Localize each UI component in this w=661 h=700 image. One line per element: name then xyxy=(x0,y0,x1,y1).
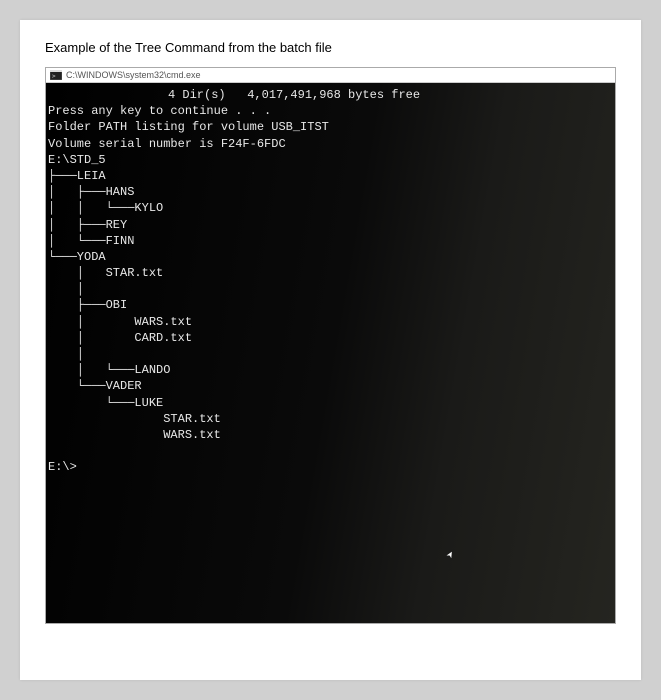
tree-line: └───LUKE xyxy=(48,395,613,411)
tree-line: WARS.txt xyxy=(48,427,613,443)
title-bar-text: C:\WINDOWS\system32\cmd.exe xyxy=(66,70,201,80)
tree-line: ├───OBI xyxy=(48,297,613,313)
tree-line: │ xyxy=(48,281,613,297)
tree-line: │ └───LANDO xyxy=(48,362,613,378)
tree-line: STAR.txt xyxy=(48,411,613,427)
tree-line: │ ├───REY xyxy=(48,217,613,233)
svg-text:>: > xyxy=(52,73,56,80)
tree-line: │ STAR.txt xyxy=(48,265,613,281)
folder-path-line: Folder PATH listing for volume USB_ITST xyxy=(48,119,613,135)
volume-serial-line: Volume serial number is F24F-6FDC xyxy=(48,136,613,152)
press-key-line: Press any key to continue . . . xyxy=(48,103,613,119)
console-window: > C:\WINDOWS\system32\cmd.exe 4 Dir(s) 4… xyxy=(45,67,616,624)
cmd-icon: > xyxy=(50,70,62,80)
dir-summary-line: 4 Dir(s) 4,017,491,968 bytes free xyxy=(48,87,613,103)
tree-root: E:\STD_5 xyxy=(48,152,613,168)
prompt-line: E:\> xyxy=(48,459,613,475)
tree-line: │ │ └───KYLO xyxy=(48,200,613,216)
mouse-cursor-icon: ➤ xyxy=(443,548,461,562)
document-page: Example of the Tree Command from the bat… xyxy=(20,20,641,680)
title-bar[interactable]: > C:\WINDOWS\system32\cmd.exe xyxy=(46,68,615,83)
tree-line: └───VADER xyxy=(48,378,613,394)
tree-line: │ ├───HANS xyxy=(48,184,613,200)
tree-line: │ WARS.txt xyxy=(48,314,613,330)
console-body[interactable]: 4 Dir(s) 4,017,491,968 bytes freePress a… xyxy=(46,83,615,623)
tree-line: └───YODA xyxy=(48,249,613,265)
page-title: Example of the Tree Command from the bat… xyxy=(45,40,616,55)
tree-line: │ └───FINN xyxy=(48,233,613,249)
tree-line: │ xyxy=(48,346,613,362)
tree-line: │ CARD.txt xyxy=(48,330,613,346)
tree-line: ├───LEIA xyxy=(48,168,613,184)
